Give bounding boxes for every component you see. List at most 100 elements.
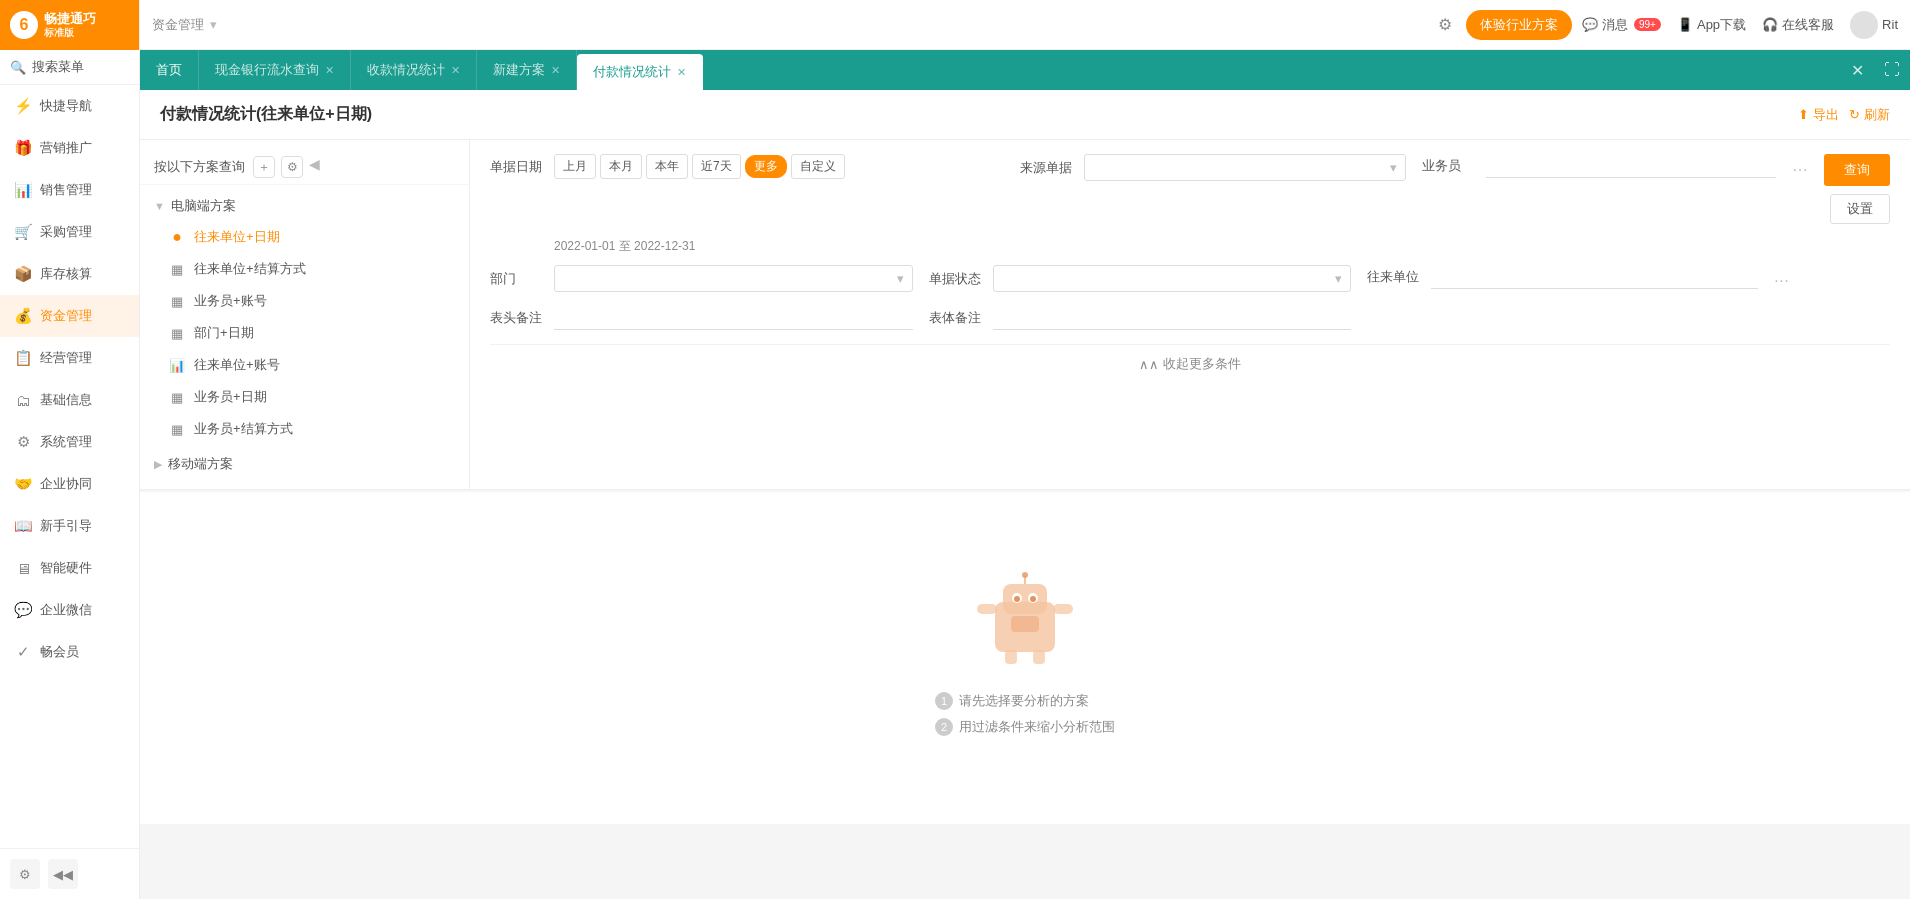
settings-footer-btn[interactable]: ⚙ [10,859,40,889]
scheme-item-unit-date[interactable]: ● 往来单位+日期 [140,221,469,253]
last7-btn[interactable]: 近7天 [692,154,741,179]
sidebar-item-basic[interactable]: 🗂 基础信息 [0,379,139,421]
online-service-button[interactable]: 🎧 在线客服 [1762,16,1834,34]
sidebar-item-quick-nav[interactable]: ⚡ 快捷导航 [0,85,139,127]
source-field: 来源单据 ▾ [1020,154,1406,181]
breadcrumb: 资金管理 ▾ [152,16,1428,34]
dept-select[interactable]: ▾ [554,265,913,292]
sidebar-item-member[interactable]: ✓ 畅会员 [0,631,139,673]
settings-icon[interactable]: ⚙ [1438,15,1452,34]
sidebar-item-guide[interactable]: 📖 新手引导 [0,505,139,547]
sidebar-item-system[interactable]: ⚙ 系统管理 [0,421,139,463]
sidebar-item-finance[interactable]: 💰 资金管理 [0,295,139,337]
svg-rect-1 [1003,584,1047,614]
tab-new-label: 新建方案 [493,61,545,79]
scheme-item-staff-settle[interactable]: ▦ 业务员+结算方式 [140,413,469,445]
settings-button[interactable]: 设置 [1830,194,1890,224]
svg-rect-8 [1005,650,1017,664]
staff-dots-icon[interactable]: … [1792,157,1808,175]
scheme-header: 按以下方案查询 ＋ ⚙ ◀ [140,150,469,185]
tab-receipt-close-icon[interactable]: ✕ [451,64,460,77]
scheme-item-label: 往来单位+日期 [194,228,280,246]
scheme-item-unit-settle[interactable]: ▦ 往来单位+结算方式 [140,253,469,285]
doc-status-select[interactable]: ▾ [993,265,1352,292]
sidebar-item-marketing[interactable]: 🎁 营销推广 [0,127,139,169]
scheme-panel: 按以下方案查询 ＋ ⚙ ◀ ▼ 电脑端方案 ● 往来单位+日期 ▦ [140,140,470,489]
page-header: 付款情况统计(往来单位+日期) ⬆ 导出 ↻ 刷新 [140,90,1910,140]
custom-btn[interactable]: 自定义 [791,154,845,179]
sidebar-item-wechat[interactable]: 💬 企业微信 [0,589,139,631]
scheme-add-btn[interactable]: ＋ [253,156,275,178]
partner-input[interactable] [1431,265,1758,289]
body-note-input[interactable] [993,306,1352,330]
breadcrumb-separator: ▾ [210,17,217,32]
export-icon: ⬆ [1798,107,1809,122]
tab-home-label: 首页 [156,61,182,79]
basic-icon: 🗂 [14,392,32,409]
tab-payment-close-icon[interactable]: ✕ [677,66,686,79]
message-button[interactable]: 💬 消息 99+ [1582,16,1661,34]
scheme-item-staff-account[interactable]: ▦ 业务员+账号 [140,285,469,317]
desktop-arrow-icon: ▼ [154,200,165,212]
more-btn[interactable]: 更多 [745,155,787,178]
sidebar-item-label: 快捷导航 [40,97,92,115]
sidebar-item-label: 营销推广 [40,139,92,157]
app-download-button[interactable]: 📱 App下载 [1677,16,1746,34]
collapse-label: 收起更多条件 [1163,355,1241,373]
tab-close-btn[interactable]: ✕ [1841,61,1874,80]
trial-button[interactable]: 体验行业方案 [1466,10,1572,40]
tab-new[interactable]: 新建方案 ✕ [477,50,577,90]
sidebar-item-label: 企业协同 [40,475,92,493]
collapse-sidebar-btn[interactable]: ◀◀ [48,859,78,889]
sidebar-item-hardware[interactable]: 🖥 智能硬件 [0,547,139,589]
this-year-btn[interactable]: 本年 [646,154,688,179]
query-action-buttons: 查询 设置 [1824,154,1890,224]
partner-dots-icon[interactable]: … [1774,268,1790,286]
scheme-item-label: 业务员+日期 [194,388,267,406]
tab-payment[interactable]: 付款情况统计 ✕ [577,54,703,90]
source-select[interactable]: ▾ [1084,154,1406,181]
desktop-group-header[interactable]: ▼ 电脑端方案 [140,191,469,221]
scheme-settings-btn[interactable]: ⚙ [281,156,303,178]
sidebar-item-operation[interactable]: 📋 经营管理 [0,337,139,379]
query-button[interactable]: 查询 [1824,154,1890,186]
tab-receipt[interactable]: 收款情况统计 ✕ [351,50,477,90]
dept-label: 部门 [490,270,546,288]
export-label: 导出 [1813,106,1839,124]
header-note-input[interactable] [554,306,913,330]
sidebar-item-label: 企业微信 [40,601,92,619]
search-menu[interactable]: 🔍 搜索菜单 [0,50,139,85]
tab-expand-btn[interactable]: ⛶ [1874,61,1910,79]
scheme-item-staff-date[interactable]: ▦ 业务员+日期 [140,381,469,413]
sidebar-item-enterprise[interactable]: 🤝 企业协同 [0,463,139,505]
export-button[interactable]: ⬆ 导出 [1798,106,1839,124]
collapse-bar[interactable]: ∧∧ 收起更多条件 [490,344,1890,383]
last-month-btn[interactable]: 上月 [554,154,596,179]
sidebar-item-purchase[interactable]: 🛒 采购管理 [0,211,139,253]
scheme-collapse-btn[interactable]: ◀ [309,156,320,178]
desktop-group-label: 电脑端方案 [171,197,236,215]
empty-tip-2: 2 用过滤条件来缩小分析范围 [935,718,1115,736]
wechat-icon: 💬 [14,601,32,619]
user-avatar[interactable]: Rit [1850,11,1898,39]
scheme-item-unit-account[interactable]: 📊 往来单位+账号 [140,349,469,381]
sidebar-item-inventory[interactable]: 📦 库存核算 [0,253,139,295]
staff-input[interactable] [1486,154,1776,178]
scheme-item-dept-date[interactable]: ▦ 部门+日期 [140,317,469,349]
this-month-btn[interactable]: 本月 [600,154,642,179]
mobile-group-header[interactable]: ▶ 移动端方案 [140,449,469,479]
sidebar-item-sales[interactable]: 📊 销售管理 [0,169,139,211]
tab-home[interactable]: 首页 [140,50,199,90]
svg-rect-10 [977,604,997,614]
tab-new-close-icon[interactable]: ✕ [551,64,560,77]
scheme-item-label: 部门+日期 [194,324,254,342]
sidebar-nav: ⚡ 快捷导航 🎁 营销推广 📊 销售管理 🛒 采购管理 📦 库存核算 💰 资金管… [0,85,139,848]
refresh-button[interactable]: ↻ 刷新 [1849,106,1890,124]
tab-bank-close-icon[interactable]: ✕ [325,64,334,77]
tab-payment-label: 付款情况统计 [593,63,671,81]
tab-receipt-label: 收款情况统计 [367,61,445,79]
scheme-active-icon: ● [168,228,186,246]
member-icon: ✓ [14,643,32,661]
tab-bank[interactable]: 现金银行流水查询 ✕ [199,50,351,90]
date-field: 单据日期 上月 本月 本年 近7天 更多 自定义 [490,154,1004,179]
